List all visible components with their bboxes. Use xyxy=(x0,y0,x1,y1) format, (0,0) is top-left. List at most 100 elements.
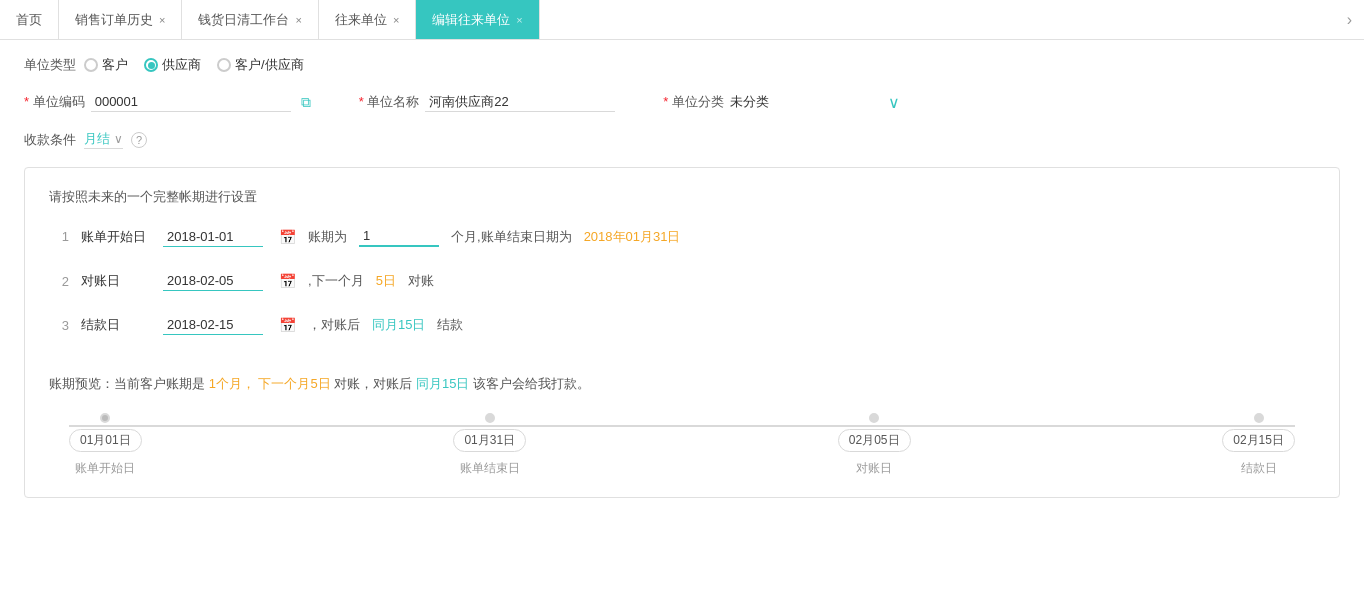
radio-supplier-circle xyxy=(144,58,158,72)
payment-note-day: 同月15日 xyxy=(372,316,425,334)
timeline-point-0: 01月01日 账单开始日 xyxy=(69,413,142,477)
unit-name-label: 单位名称 xyxy=(359,93,420,111)
tab-edit-partner[interactable]: 编辑往来单位 × xyxy=(416,0,539,39)
preview-label: 账期预览：当前客户账期是 xyxy=(49,376,205,391)
radio-both-circle xyxy=(217,58,231,72)
payment-terms-select[interactable]: 月结 ∨ xyxy=(84,130,123,149)
timeline-label-3: 结款日 xyxy=(1241,460,1277,477)
row-1-label: 账单开始日 xyxy=(81,228,151,246)
preview-payment-suffix: 该客户会给我打款。 xyxy=(473,376,590,391)
payment-note-prefix: ，对账后 xyxy=(308,316,360,334)
reconcile-date-row: 2 对账日 📅 ,下一个月 5日 对账 xyxy=(49,271,1315,291)
tab-sales-history-close[interactable]: × xyxy=(159,14,165,26)
unit-type-row: 单位类型 客户 供应商 客户/供应商 xyxy=(24,56,1340,74)
tab-edit-partner-label: 编辑往来单位 xyxy=(432,11,510,29)
section-title: 请按照未来的一个完整帐期进行设置 xyxy=(49,188,1315,206)
timeline-point-2: 02月05日 对账日 xyxy=(838,413,911,477)
radio-supplier[interactable]: 供应商 xyxy=(144,56,201,74)
unit-info-row: 单位编码 ⧉ 单位名称 单位分类 未分类 ∨ xyxy=(24,92,1340,112)
tab-cash-workbench[interactable]: 钱货日清工作台 × xyxy=(182,0,318,39)
tab-home[interactable]: 首页 xyxy=(0,0,59,39)
payment-terms-chevron[interactable]: ∨ xyxy=(114,132,123,146)
tab-partner[interactable]: 往来单位 × xyxy=(319,0,416,39)
timeline-points: 01月01日 账单开始日 01月31日 账单结束日 02月05日 对账日 xyxy=(69,413,1295,477)
start-date-calendar-icon[interactable]: 📅 xyxy=(279,229,296,245)
payment-terms-value: 月结 xyxy=(84,130,110,148)
timeline-dot-3 xyxy=(1254,413,1264,423)
reconcile-date-calendar-icon[interactable]: 📅 xyxy=(279,273,296,289)
radio-both[interactable]: 客户/供应商 xyxy=(217,56,304,74)
timeline-point-1: 01月31日 账单结束日 xyxy=(453,413,526,477)
timeline-badge-1: 01月31日 xyxy=(453,429,526,452)
preview-period: 1个月， xyxy=(209,376,255,391)
timeline-badge-3: 02月15日 xyxy=(1222,429,1295,452)
tab-edit-partner-close[interactable]: × xyxy=(516,14,522,26)
unit-type-label: 单位类型 xyxy=(24,56,76,74)
unit-code-label: 单位编码 xyxy=(24,93,85,111)
radio-customer[interactable]: 客户 xyxy=(84,56,128,74)
tab-partner-label: 往来单位 xyxy=(335,11,387,29)
row-2-label: 对账日 xyxy=(81,272,151,290)
start-date-input[interactable] xyxy=(163,227,263,247)
unit-type-radio-group: 客户 供应商 客户/供应商 xyxy=(84,56,304,74)
payment-terms-row: 收款条件 月结 ∨ ? xyxy=(24,130,1340,149)
reconcile-note-suffix: 对账 xyxy=(408,272,434,290)
unit-name-group: 单位名称 xyxy=(359,92,616,112)
preview-reconcile-prefix: 下一个月 xyxy=(258,376,310,391)
unit-category-chevron[interactable]: ∨ xyxy=(888,93,900,112)
payment-date-calendar-icon[interactable]: 📅 xyxy=(279,317,296,333)
row-3-num: 3 xyxy=(49,318,69,333)
period-suffix: 账期为 xyxy=(308,228,347,246)
preview-payment-day: 同月15日 xyxy=(416,376,469,391)
timeline-dot-0 xyxy=(100,413,110,423)
payment-note-suffix: 结款 xyxy=(437,316,463,334)
row-3-label: 结款日 xyxy=(81,316,151,334)
period-unit-text: 个月,账单结束日期为 xyxy=(451,228,572,246)
row-1-num: 1 xyxy=(49,229,69,244)
timeline-label-0: 账单开始日 xyxy=(75,460,135,477)
timeline-badge-0: 01月01日 xyxy=(69,429,142,452)
period-value-input[interactable] xyxy=(359,226,439,247)
unit-category-select[interactable]: 未分类 ∨ xyxy=(730,93,900,112)
tab-sales-history[interactable]: 销售订单历史 × xyxy=(59,0,182,39)
preview-text: 账期预览：当前客户账期是 1个月， 下一个月5日 对账，对账后 同月15日 该客… xyxy=(49,375,1315,393)
timeline-badge-2: 02月05日 xyxy=(838,429,911,452)
radio-supplier-label: 供应商 xyxy=(162,56,201,74)
row-2-num: 2 xyxy=(49,274,69,289)
timeline-label-2: 对账日 xyxy=(856,460,892,477)
payment-date-row: 3 结款日 📅 ，对账后 同月15日 结款 xyxy=(49,315,1315,335)
tab-expand-icon[interactable]: › xyxy=(1335,11,1364,29)
payment-date-input[interactable] xyxy=(163,315,263,335)
period-end-text: 2018年01月31日 xyxy=(584,228,681,246)
payment-terms-label: 收款条件 xyxy=(24,131,76,149)
reconcile-date-input[interactable] xyxy=(163,271,263,291)
radio-both-label: 客户/供应商 xyxy=(235,56,304,74)
timeline-label-1: 账单结束日 xyxy=(460,460,520,477)
timeline-point-3: 02月15日 结款日 xyxy=(1222,413,1295,477)
unit-code-input[interactable] xyxy=(91,92,291,112)
tab-home-label: 首页 xyxy=(16,11,42,29)
radio-customer-label: 客户 xyxy=(102,56,128,74)
reconcile-note-prefix: ,下一个月 xyxy=(308,272,364,290)
tab-partner-close[interactable]: × xyxy=(393,14,399,26)
timeline-dot-1 xyxy=(485,413,495,423)
start-date-row: 1 账单开始日 📅 账期为 个月,账单结束日期为 2018年01月31日 xyxy=(49,226,1315,247)
preview-section: 账期预览：当前客户账期是 1个月， 下一个月5日 对账，对账后 同月15日 该客… xyxy=(49,359,1315,477)
payment-terms-help-icon[interactable]: ? xyxy=(131,132,147,148)
tab-cash-workbench-close[interactable]: × xyxy=(295,14,301,26)
tab-sales-history-label: 销售订单历史 xyxy=(75,11,153,29)
unit-name-input[interactable] xyxy=(425,92,615,112)
unit-code-group: 单位编码 ⧉ xyxy=(24,92,311,112)
radio-customer-circle xyxy=(84,58,98,72)
tab-bar: 首页 销售订单历史 × 钱货日清工作台 × 往来单位 × 编辑往来单位 × › xyxy=(0,0,1364,40)
timeline: 01月01日 账单开始日 01月31日 账单结束日 02月05日 对账日 xyxy=(49,413,1315,477)
main-content: 单位类型 客户 供应商 客户/供应商 单位编码 ⧉ 单位名称 xyxy=(0,40,1364,608)
unit-category-group: 单位分类 未分类 ∨ xyxy=(663,93,900,112)
preview-reconcile-day: 5日 xyxy=(310,376,330,391)
reconcile-note-day: 5日 xyxy=(376,272,396,290)
unit-category-value: 未分类 xyxy=(730,93,880,111)
unit-category-label: 单位分类 xyxy=(663,93,724,111)
preview-reconcile-suffix: 对账，对账后 xyxy=(334,376,412,391)
unit-code-copy-icon[interactable]: ⧉ xyxy=(301,94,311,111)
tab-cash-workbench-label: 钱货日清工作台 xyxy=(198,11,289,29)
